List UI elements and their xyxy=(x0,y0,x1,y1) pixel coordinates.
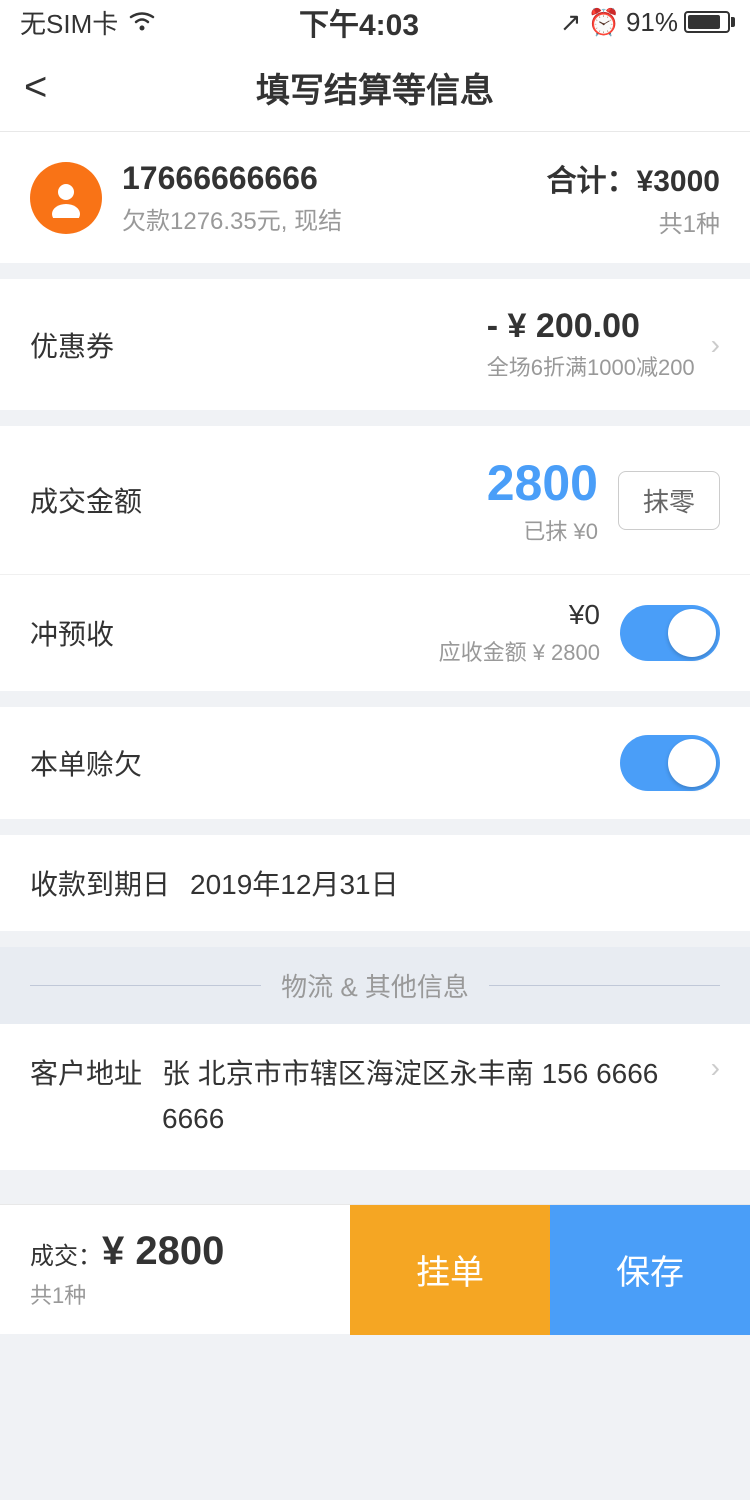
coupon-row[interactable]: 优惠券 - ¥ 200.00 全场6折满1000减200 › xyxy=(0,279,750,410)
due-date-label: 收款到期日 xyxy=(30,863,170,903)
deal-right: 2800 已抹 ¥0 抹零 xyxy=(487,454,720,546)
battery-text: 91% xyxy=(626,7,678,38)
address-left: 客户地址 张 北京市市辖区海淀区永丰南 156 6666 6666 xyxy=(30,1052,711,1142)
customer-subtext: 欠款1276.35元, 现结 xyxy=(122,201,342,236)
debt-label: 本单赊欠 xyxy=(30,743,142,783)
save-button[interactable]: 保存 xyxy=(550,1205,750,1335)
deal-amount-value: 2800 xyxy=(487,454,598,512)
prepay-right: ¥0 应收金额 ¥ 2800 xyxy=(439,599,720,667)
alarm-icon: ⏰ xyxy=(588,7,620,38)
coupon-right: - ¥ 200.00 全场6折满1000减200 › xyxy=(487,307,720,382)
bottom-deal-amount: ¥ 2800 xyxy=(102,1229,224,1273)
bottom-count: 共1种 xyxy=(30,1278,320,1310)
bottom-bar: 成交：¥ 2800 共1种 挂单 保存 xyxy=(0,1204,750,1334)
coupon-subtext: 全场6折满1000减200 xyxy=(487,350,695,382)
address-value: 张 北京市市辖区海淀区永丰南 156 6666 6666 xyxy=(162,1052,711,1142)
total-amount: 合计：¥3000 xyxy=(547,156,720,200)
coupon-section: 优惠券 - ¥ 200.00 全场6折满1000减200 › xyxy=(0,279,750,410)
deal-section: 成交金额 2800 已抹 ¥0 抹零 冲预收 ¥0 应收金额 ¥ 2800 xyxy=(0,426,750,691)
debt-toggle[interactable] xyxy=(620,735,720,791)
nav-bar: < 填写结算等信息 xyxy=(0,44,750,132)
back-button[interactable]: < xyxy=(24,65,47,110)
wifi-icon xyxy=(126,7,158,38)
address-label: 客户地址 xyxy=(30,1052,142,1092)
hang-button[interactable]: 挂单 xyxy=(350,1205,550,1335)
carrier-text: 无SIM卡 xyxy=(20,4,118,41)
battery-icon xyxy=(684,11,730,33)
customer-left: 17666666666 欠款1276.35元, 现结 xyxy=(30,160,342,236)
debt-section: 本单赊欠 xyxy=(0,707,750,819)
prepay-row: 冲预收 ¥0 应收金额 ¥ 2800 xyxy=(0,574,750,691)
address-section[interactable]: 客户地址 张 北京市市辖区海淀区永丰南 156 6666 6666 › xyxy=(0,1024,750,1170)
customer-info: 17666666666 欠款1276.35元, 现结 xyxy=(122,160,342,236)
customer-row: 17666666666 欠款1276.35元, 现结 合计：¥3000 共1种 xyxy=(0,132,750,263)
divider-label: 物流 & 其他信息 xyxy=(281,967,469,1004)
coupon-chevron-icon: › xyxy=(711,329,720,361)
location-icon: ↗ xyxy=(560,7,582,38)
status-time: 下午4:03 xyxy=(299,0,419,44)
coupon-label: 优惠券 xyxy=(30,325,114,365)
prepay-toggle[interactable] xyxy=(620,605,720,661)
avatar xyxy=(30,162,102,234)
round-button[interactable]: 抹零 xyxy=(618,471,720,530)
customer-phone: 17666666666 xyxy=(122,160,342,197)
debt-toggle-knob xyxy=(668,739,716,787)
status-bar: 无SIM卡 下午4:03 ↗ ⏰ 91% xyxy=(0,0,750,44)
address-chevron-icon: › xyxy=(711,1052,720,1084)
deal-row: 成交金额 2800 已抹 ¥0 抹零 xyxy=(0,426,750,574)
page-title: 填写结算等信息 xyxy=(256,63,494,112)
total-count: 共1种 xyxy=(547,204,720,239)
status-right: ↗ ⏰ 91% xyxy=(560,7,730,38)
prepay-label: 冲预收 xyxy=(30,613,114,653)
divider-line-left xyxy=(30,985,261,986)
prepay-sub: 应收金额 ¥ 2800 xyxy=(439,635,600,667)
bottom-left: 成交：¥ 2800 共1种 xyxy=(0,1229,350,1310)
divider-line-right xyxy=(489,985,720,986)
due-date-value: 2019年12月31日 xyxy=(190,863,399,903)
customer-right: 合计：¥3000 共1种 xyxy=(547,156,720,239)
deal-sub: 已抹 ¥0 xyxy=(487,514,598,546)
deal-label: 成交金额 xyxy=(30,480,142,520)
bottom-deal-label: 成交：¥ 2800 xyxy=(30,1229,320,1274)
prepay-amount: ¥0 xyxy=(439,599,600,631)
status-left: 无SIM卡 xyxy=(20,4,158,41)
coupon-value: - ¥ 200.00 xyxy=(487,307,695,346)
divider-section: 物流 & 其他信息 xyxy=(0,947,750,1024)
toggle-knob xyxy=(668,609,716,657)
battery-fill xyxy=(688,15,720,29)
due-date-row: 收款到期日 2019年12月31日 xyxy=(0,835,750,931)
